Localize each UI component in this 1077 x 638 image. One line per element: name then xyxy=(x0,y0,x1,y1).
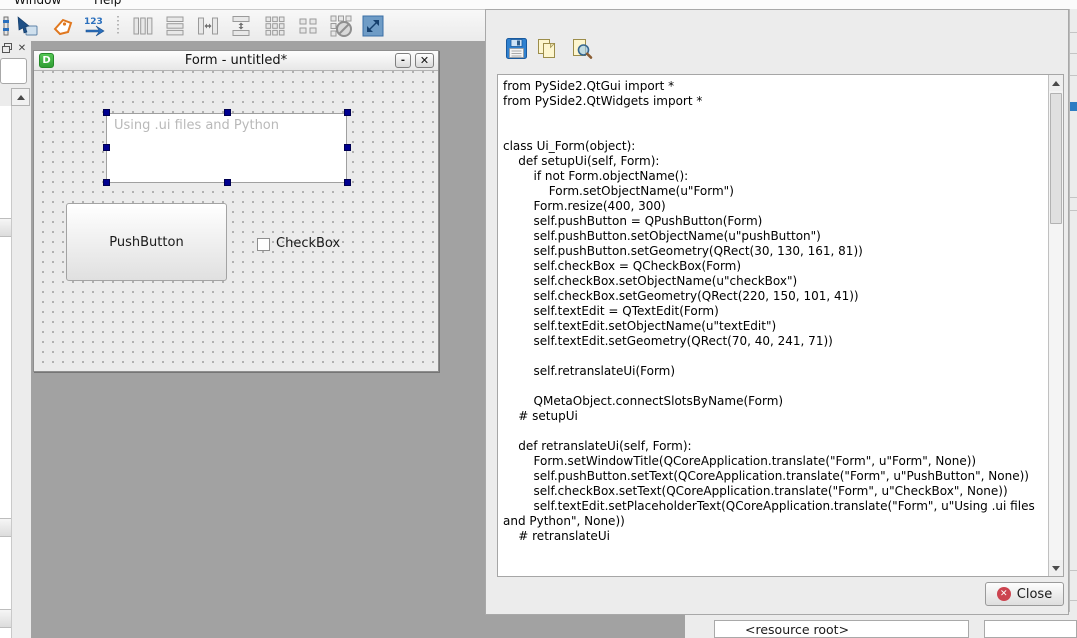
layout-horizontal-icon[interactable] xyxy=(130,13,156,39)
edit-widgets-icon[interactable] xyxy=(0,13,10,39)
checkbox-widget[interactable]: CheckBox xyxy=(276,236,340,251)
selected-row-fragment xyxy=(1070,102,1077,111)
widget-box-list[interactable] xyxy=(0,106,11,638)
down-arrow-icon xyxy=(1052,566,1060,571)
resource-root-item[interactable]: <resource root> xyxy=(714,620,969,638)
svg-text:123: 123 xyxy=(84,17,103,27)
dock-close-icon[interactable]: ✕ xyxy=(15,41,29,55)
layout-form-icon[interactable] xyxy=(295,13,321,39)
qt-designer-screen: Window Help 123 xyxy=(0,0,1077,638)
selection-handle[interactable] xyxy=(344,144,351,151)
form-canvas[interactable]: Using .ui files and Python PushButton Ch… xyxy=(34,71,438,371)
minimize-button[interactable]: - xyxy=(395,53,411,68)
up-arrow-icon xyxy=(1052,81,1060,86)
menu-window[interactable]: Window xyxy=(14,0,61,7)
textedit-widget[interactable]: Using .ui files and Python xyxy=(106,113,347,183)
checkbox-indicator[interactable] xyxy=(257,238,270,251)
selection-handle[interactable] xyxy=(103,179,110,186)
layout-splitter-horizontal-icon[interactable] xyxy=(195,13,221,39)
scroll-up-button[interactable] xyxy=(1049,75,1063,91)
form-window[interactable]: D Form - untitled* - ✕ Using .ui files a… xyxy=(33,50,439,372)
widget-category[interactable] xyxy=(0,218,11,237)
form-titlebar[interactable]: D Form - untitled* - ✕ xyxy=(34,51,438,71)
dock-float-icon[interactable] xyxy=(0,41,14,55)
edit-buddies-icon[interactable] xyxy=(50,13,76,39)
save-icon[interactable] xyxy=(505,37,529,61)
break-layout-icon[interactable] xyxy=(328,13,354,39)
adjust-size-icon[interactable] xyxy=(360,13,386,39)
pushbutton-widget[interactable]: PushButton xyxy=(66,203,227,281)
widget-category[interactable] xyxy=(0,518,11,537)
widget-category[interactable] xyxy=(0,609,11,628)
selection-handle[interactable] xyxy=(344,109,351,116)
textedit-placeholder: Using .ui files and Python xyxy=(107,114,346,137)
scroll-down-button[interactable] xyxy=(1049,560,1063,576)
close-circle-icon: ✕ xyxy=(997,587,1011,601)
find-icon[interactable] xyxy=(570,37,594,61)
right-dock-sliver xyxy=(1069,9,1077,615)
widget-box-scroll-up[interactable] xyxy=(11,88,30,106)
menu-help[interactable]: Help xyxy=(94,0,121,7)
edit-tab-order-icon[interactable]: 123 xyxy=(82,13,108,39)
row-fragment xyxy=(1070,197,1077,198)
selection-handle[interactable] xyxy=(103,109,110,116)
selection-handle[interactable] xyxy=(224,179,231,186)
row-fragment xyxy=(1070,32,1077,33)
row-fragment xyxy=(1070,600,1077,601)
scrollbar-thumb[interactable] xyxy=(1050,93,1062,224)
python-code: from PySide2.QtGui import * from PySide2… xyxy=(498,75,1040,548)
code-preview-dialog: from PySide2.QtGui import * from PySide2… xyxy=(485,9,1069,615)
form-window-title: Form - untitled* xyxy=(34,53,438,68)
copy-icon[interactable] xyxy=(535,37,559,61)
resource-browser-dock: <resource root> xyxy=(685,612,1077,638)
edit-signals-slots-icon[interactable] xyxy=(14,13,40,39)
row-fragment xyxy=(1070,53,1077,54)
layout-vertical-icon[interactable] xyxy=(162,13,188,39)
row-fragment xyxy=(1070,75,1077,76)
selection-handle[interactable] xyxy=(344,179,351,186)
widget-box-dock: ✕ xyxy=(0,41,32,638)
up-arrow-icon xyxy=(17,95,25,100)
dialog-close-button[interactable]: ✕ Close xyxy=(985,582,1064,606)
widget-filter-input[interactable] xyxy=(0,58,27,84)
selection-handle[interactable] xyxy=(103,144,110,151)
row-fragment xyxy=(1070,570,1077,571)
close-button-label: Close xyxy=(1017,587,1052,602)
code-textarea[interactable]: from PySide2.QtGui import * from PySide2… xyxy=(497,74,1064,577)
code-scrollbar[interactable] xyxy=(1048,75,1063,576)
toolbar-separator xyxy=(117,16,119,36)
resource-panel[interactable] xyxy=(984,620,1077,638)
row-fragment xyxy=(1070,210,1077,211)
widget-box-scrollbar[interactable] xyxy=(11,106,29,638)
toolbar: 123 xyxy=(0,10,485,41)
close-button[interactable]: ✕ xyxy=(415,53,434,68)
layout-grid-icon[interactable] xyxy=(262,13,288,39)
selection-handle[interactable] xyxy=(224,109,231,116)
layout-splitter-vertical-icon[interactable] xyxy=(228,13,254,39)
